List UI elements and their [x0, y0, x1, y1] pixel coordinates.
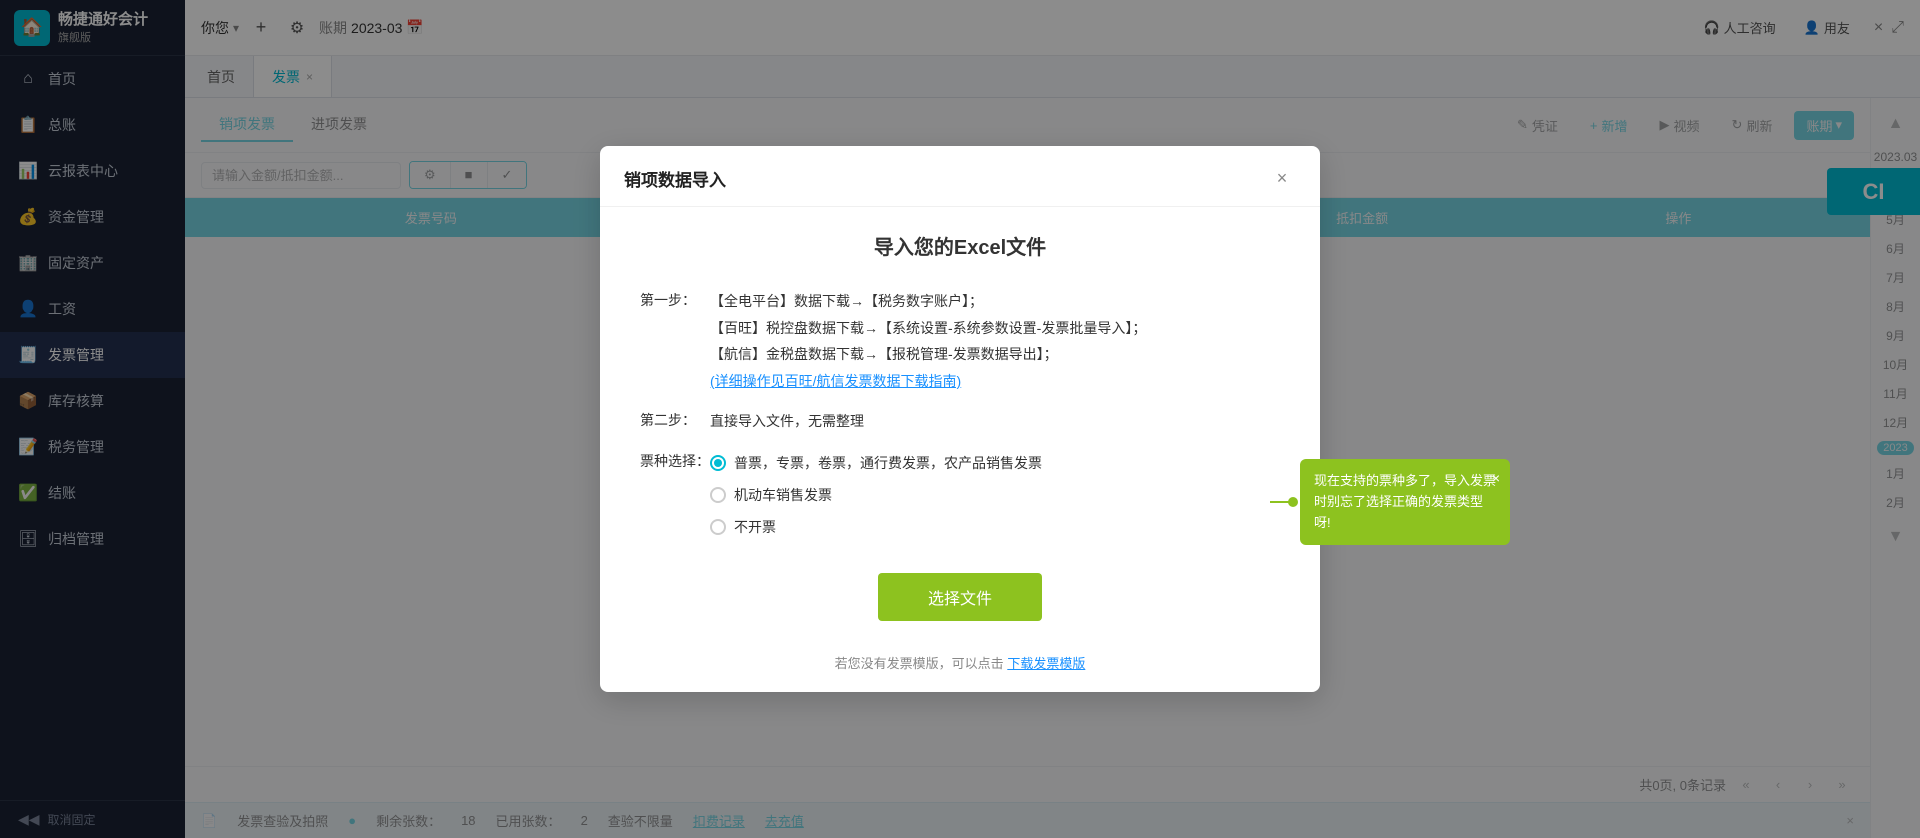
- step1-line-2: 【百旺】税控盘数据下载→【系统设置-系统参数设置-发票批量导入】；: [710, 315, 1280, 342]
- radio-motor[interactable]: 机动车销售发票: [710, 485, 1042, 505]
- radio-motor-circle: [710, 487, 726, 503]
- radio-motor-label: 机动车销售发票: [734, 485, 832, 505]
- modal-close-button[interactable]: ×: [1268, 164, 1296, 192]
- tooltip-close-button[interactable]: ×: [1492, 467, 1500, 489]
- modal-header: 销项数据导入 ×: [600, 146, 1320, 207]
- step1-line-1: 【全电平台】数据下载→【税务数字账户】；: [710, 288, 1280, 315]
- tooltip-text: 现在支持的票种多了，导入发票时别忘了选择正确的发票类型呀!: [1314, 473, 1496, 530]
- step1-line-3: 【航信】金税盘数据下载→【报税管理-发票数据导出】；: [710, 341, 1280, 368]
- step1-label: 第一步：: [640, 290, 710, 310]
- step1-row: 第一步： 【全电平台】数据下载→【税务数字账户】； 【百旺】税控盘数据下载→【系…: [640, 288, 1280, 394]
- footer-text: 若您没有发票模版，可以点击: [835, 656, 1004, 671]
- select-file-button[interactable]: 选择文件: [878, 573, 1042, 621]
- step2-label: 第二步：: [640, 410, 710, 430]
- radio-general-dot: [714, 459, 722, 467]
- radio-general[interactable]: 普票，专票，卷票，通行费发票，农产品销售发票: [710, 453, 1042, 473]
- download-template-link[interactable]: 下载发票模版: [1007, 656, 1085, 671]
- import-modal: 销项数据导入 × 导入您的Excel文件 第一步： 【全电平台】数据下载→【税务…: [600, 146, 1320, 692]
- step2-content: 直接导入文件，无需整理: [710, 408, 1280, 435]
- radio-label: 票种选择：: [640, 451, 710, 471]
- modal-main-title: 导入您的Excel文件: [640, 231, 1280, 260]
- radio-general-circle: [710, 455, 726, 471]
- tooltip-box: × 现在支持的票种多了，导入发票时别忘了选择正确的发票类型呀!: [1300, 459, 1510, 545]
- modal-body: 导入您的Excel文件 第一步： 【全电平台】数据下载→【税务数字账户】； 【百…: [600, 207, 1320, 641]
- modal-footer: 若您没有发票模版，可以点击 下载发票模版: [600, 641, 1320, 692]
- modal-overlay: 销项数据导入 × 导入您的Excel文件 第一步： 【全电平台】数据下载→【税务…: [0, 0, 1920, 838]
- radio-none-label: 不开票: [734, 517, 776, 537]
- step1-link[interactable]: (详细操作见百旺/航信发票数据下载指南): [710, 373, 961, 389]
- radio-row: 票种选择： 普票，专票，卷票，通行费发票，农产品销售发票 机动车销售发票: [640, 449, 1280, 553]
- modal-title: 销项数据导入: [624, 166, 726, 191]
- radio-none-circle: [710, 519, 726, 535]
- radio-general-label: 普票，专票，卷票，通行费发票，农产品销售发票: [734, 453, 1042, 473]
- step2-row: 第二步： 直接导入文件，无需整理: [640, 408, 1280, 435]
- radio-group: 普票，专票，卷票，通行费发票，农产品销售发票 机动车销售发票 不开票: [710, 453, 1042, 549]
- step1-content: 【全电平台】数据下载→【税务数字账户】； 【百旺】税控盘数据下载→【系统设置-系…: [710, 288, 1280, 394]
- radio-none[interactable]: 不开票: [710, 517, 1042, 537]
